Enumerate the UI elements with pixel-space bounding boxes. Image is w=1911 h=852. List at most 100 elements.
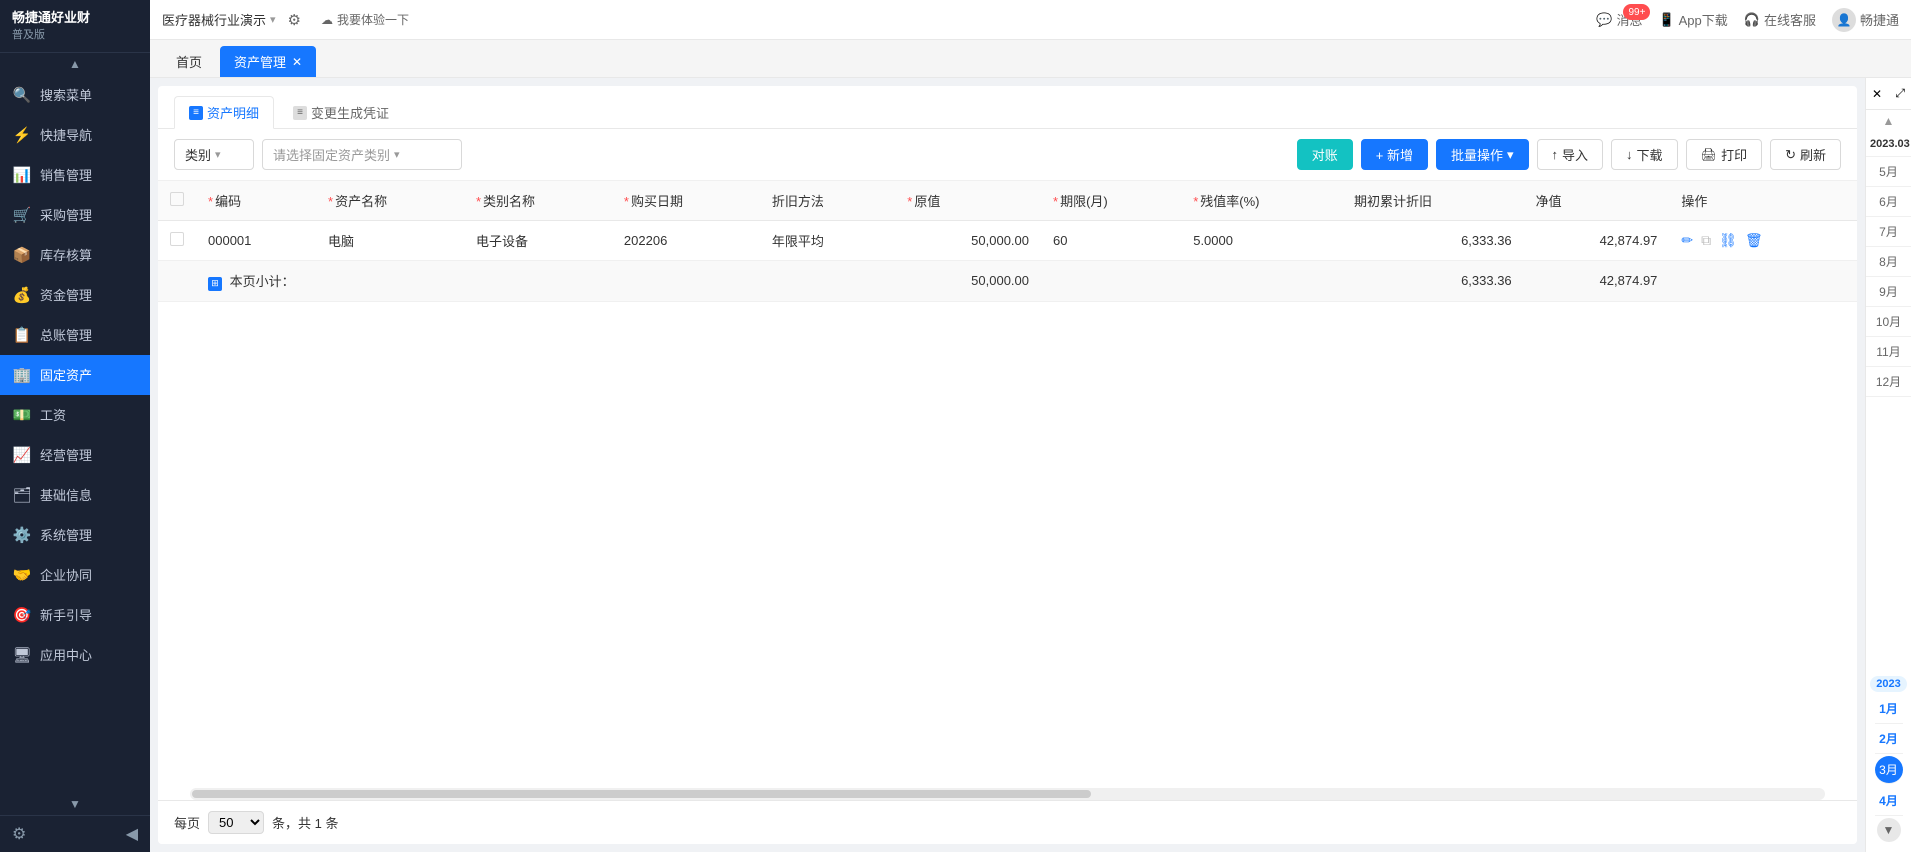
down-circle-icon[interactable]: ▼: [1877, 818, 1901, 842]
nav-label-11: 系统管理: [40, 525, 92, 544]
sidebar-item-销售管理[interactable]: 📊销售管理: [0, 155, 150, 195]
batch-button[interactable]: 批量操作 ▾: [1436, 139, 1529, 170]
nav-icon-8: 💵: [12, 405, 32, 425]
right-panel: ✕ ⤢ ▲ 2023.03 5月6月7月8月9月10月11月12月 2023 1…: [1865, 78, 1911, 852]
company-chevron-icon: ▾: [270, 13, 276, 26]
month-item-3月[interactable]: 3月: [1875, 756, 1903, 784]
edit-icon[interactable]: ✏: [1681, 232, 1693, 249]
tab-close-icon[interactable]: ✕: [292, 55, 302, 69]
panel-date: 2023.03: [1866, 132, 1911, 157]
sidebar-item-经营管理[interactable]: 📈经营管理: [0, 435, 150, 475]
sidebar-item-固定资产[interactable]: 🏢固定资产: [0, 355, 150, 395]
topbar-right: 💬 消息 99+ 📱 App下载 🎧 在线客服 👤 畅捷通: [1596, 8, 1899, 32]
month-item-11月[interactable]: 11月: [1866, 337, 1911, 367]
row-category: 电子设备: [464, 221, 612, 261]
sidebar-scroll-down[interactable]: ▼: [0, 793, 150, 815]
link-icon[interactable]: ⛓: [1719, 232, 1737, 249]
online-service-btn[interactable]: 🎧 在线客服: [1744, 10, 1816, 29]
row-period: 60: [1041, 221, 1181, 261]
subtab-change-voucher[interactable]: ≡ 变更生成凭证: [278, 96, 404, 129]
subtotal-net-value: 42,874.97: [1524, 261, 1670, 302]
app-title: 畅捷通好业财: [12, 10, 138, 26]
sidebar-item-总账管理[interactable]: 📋总账管理: [0, 315, 150, 355]
per-page-select[interactable]: 50 100 200: [208, 811, 264, 834]
sidebar-item-应用中心[interactable]: 🖥应用中心: [0, 635, 150, 675]
sidebar-item-库存核算[interactable]: 📦库存核算: [0, 235, 150, 275]
sidebar-item-快捷导航[interactable]: ⚡快捷导航: [0, 115, 150, 155]
month-item-7月[interactable]: 7月: [1866, 217, 1911, 247]
print-button[interactable]: 🖨 打印: [1686, 139, 1763, 170]
copy-icon[interactable]: ⧉: [1701, 232, 1711, 249]
sidebar-item-系统管理[interactable]: ⚙️系统管理: [0, 515, 150, 555]
subtotal-accumulated: 6,333.36: [1342, 261, 1524, 302]
company-name: 医疗器械行业演示: [162, 10, 266, 29]
messages-btn[interactable]: 💬 消息 99+: [1596, 10, 1642, 29]
sidebar-item-资金管理[interactable]: 💰资金管理: [0, 275, 150, 315]
delete-icon[interactable]: 🗑: [1745, 232, 1763, 249]
nav-icon-0: 🔍: [12, 85, 32, 105]
experience-btn[interactable]: ☁ 我要体验一下: [321, 11, 409, 28]
month-item-4月[interactable]: 4月: [1875, 786, 1903, 816]
row-residual-rate: 5.0000: [1181, 221, 1342, 261]
app-download-btn[interactable]: 📱 App下载: [1658, 10, 1727, 29]
collapse-icon[interactable]: ◀: [126, 824, 138, 844]
close-panel-icon[interactable]: ✕: [1872, 87, 1882, 101]
import-button[interactable]: ↑ 导入: [1537, 139, 1604, 170]
category-chevron-icon: ▾: [215, 148, 221, 161]
nav-label-12: 企业协同: [40, 565, 92, 584]
month-item-1月[interactable]: 1月: [1875, 694, 1903, 724]
sidebar-scroll-up[interactable]: ▲: [0, 53, 150, 75]
sidebar-item-采购管理[interactable]: 🛒采购管理: [0, 195, 150, 235]
user-btn[interactable]: 👤 畅捷通: [1832, 8, 1899, 32]
nav-icon-10: 🗂: [12, 485, 32, 505]
username-label: 畅捷通: [1860, 10, 1899, 29]
sidebar: 畅捷通好业财 普及版 ▲ 🔍 搜索菜单 ⚡快捷导航📊销售管理🛒采购管理📦库存核算💰资…: [0, 0, 150, 852]
sidebar-item-工资[interactable]: 💵工资: [0, 395, 150, 435]
dl-icon: ↓: [1626, 147, 1633, 162]
subtab-detail-icon: ≡: [189, 106, 203, 120]
panel-nav-up[interactable]: ▲: [1866, 110, 1911, 132]
month-item-8月[interactable]: 8月: [1866, 247, 1911, 277]
nav-icon-6: 📋: [12, 325, 32, 345]
scrollbar-thumb[interactable]: [192, 790, 1091, 798]
new-button[interactable]: + 新增: [1361, 139, 1428, 170]
sidebar-item-基础信息[interactable]: 🗂 基础信息: [0, 475, 150, 515]
month-item-2月[interactable]: 2月: [1875, 724, 1903, 754]
refresh-icon: ↻: [1785, 147, 1796, 163]
horizontal-scrollbar-area[interactable]: [158, 782, 1857, 800]
category-input[interactable]: 请选择固定资产类别 ▾: [262, 139, 462, 170]
reconcile-button[interactable]: 对账: [1297, 139, 1353, 170]
topbar-settings-icon[interactable]: ⚙: [288, 11, 301, 29]
settings-icon[interactable]: ⚙: [12, 824, 26, 844]
subtab-voucher-label: 变更生成凭证: [311, 103, 389, 122]
tabbar: 首页 资产管理 ✕: [150, 40, 1911, 78]
batch-chevron-icon: ▾: [1507, 147, 1514, 163]
sidebar-item-企业协同[interactable]: 🤝企业协同: [0, 555, 150, 595]
refresh-button[interactable]: ↻ 刷新: [1770, 139, 1841, 170]
category-filter[interactable]: 类别 ▾: [174, 139, 254, 170]
sidebar-item-新手引导[interactable]: 🎯新手引导: [0, 595, 150, 635]
expand-panel-icon[interactable]: ⤢: [1895, 86, 1905, 101]
main-area: 医疗器械行业演示 ▾ ⚙ ☁ 我要体验一下 💬 消息 99+ 📱 App下载 🎧…: [150, 0, 1911, 852]
row-actions: ✏ ⧉ ⛓ 🗑: [1681, 232, 1845, 249]
month-item-5月[interactable]: 5月: [1866, 157, 1911, 187]
total-text: 条，共 1 条: [272, 813, 338, 832]
experience-label: 我要体验一下: [337, 11, 409, 28]
subtab-asset-detail[interactable]: ≡ 资产明细: [174, 96, 274, 129]
month-item-6月[interactable]: 6月: [1866, 187, 1911, 217]
app-edition: 普及版: [12, 26, 138, 42]
nav-label-0: 搜索菜单: [40, 85, 92, 104]
select-all-checkbox[interactable]: [170, 192, 184, 206]
month-item-10月[interactable]: 10月: [1866, 307, 1911, 337]
tab-home[interactable]: 首页: [162, 46, 216, 77]
company-selector[interactable]: 医疗器械行业演示 ▾: [162, 10, 276, 29]
month-item-12月[interactable]: 12月: [1866, 367, 1911, 397]
sidebar-item-搜索菜单[interactable]: 🔍 搜索菜单: [0, 75, 150, 115]
tab-asset-management[interactable]: 资产管理 ✕: [220, 46, 316, 77]
table-row: 000001 电脑 电子设备 202206 年限平均 50,000.00 60 …: [158, 221, 1857, 261]
row-checkbox[interactable]: [170, 232, 184, 246]
download-button[interactable]: ↓ 下载: [1611, 139, 1678, 170]
nav-label-10: 基础信息: [40, 485, 92, 504]
month-item-9月[interactable]: 9月: [1866, 277, 1911, 307]
category-label: 类别: [185, 145, 211, 164]
